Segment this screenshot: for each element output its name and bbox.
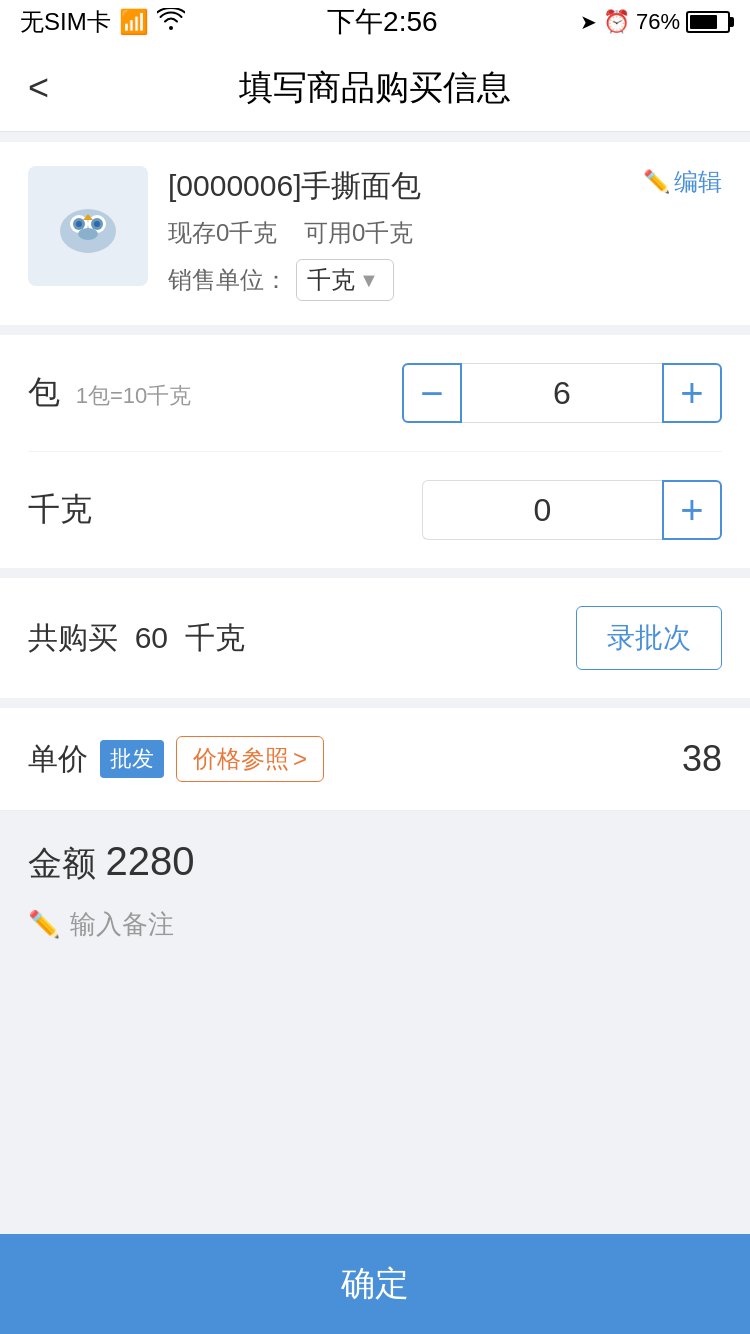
- product-unit: 销售单位： 千克 ▼: [168, 259, 722, 301]
- location-icon: ➤: [580, 10, 597, 34]
- kg-qty-controls: +: [422, 480, 722, 540]
- status-time: 下午2:56: [327, 3, 438, 41]
- price-label: 单价: [28, 739, 88, 780]
- page-title: 填写商品购买信息: [239, 65, 511, 111]
- bag-hint: 1包=10千克: [76, 383, 192, 408]
- unit-dropdown[interactable]: 千克 ▼: [296, 259, 394, 301]
- status-right: ➤ ⏰ 76%: [580, 9, 730, 35]
- bag-increase-button[interactable]: +: [662, 363, 722, 423]
- edit-button[interactable]: ✏️ 编辑: [643, 166, 722, 198]
- battery-icon: [686, 11, 730, 33]
- owl-icon: [53, 196, 123, 256]
- bag-qty-controls: − +: [402, 363, 722, 423]
- back-button[interactable]: <: [28, 67, 49, 109]
- bag-label: 包 1包=10千克: [28, 371, 191, 415]
- amount-section: 金额 2280 ✏️ 输入备注: [0, 811, 750, 1091]
- product-info: [0000006]手撕面包 现存0千克 可用0千克 销售单位： 千克 ▼: [168, 166, 722, 301]
- status-bar: 无SIM卡 📶 下午2:56 ➤ ⏰ 76%: [0, 0, 750, 44]
- note-label: 输入备注: [70, 907, 174, 942]
- total-section: 共购买 60 千克 录批次: [0, 578, 750, 708]
- bag-qty-row: 包 1包=10千克 − +: [28, 335, 722, 452]
- wifi-icon: [157, 8, 185, 36]
- total-text: 共购买 60 千克: [28, 618, 245, 659]
- alarm-icon: ⏰: [603, 9, 630, 35]
- bag-decrease-button[interactable]: −: [402, 363, 462, 423]
- product-thumbnail: [28, 166, 148, 286]
- price-value: 38: [682, 738, 722, 780]
- chevron-right-icon: >: [293, 745, 307, 773]
- product-stock: 现存0千克 可用0千克: [168, 217, 722, 249]
- pencil-icon: ✏️: [28, 909, 60, 940]
- price-ref-button[interactable]: 价格参照 >: [176, 736, 324, 782]
- kg-label: 千克: [28, 488, 92, 532]
- sim-icon: 📶: [119, 8, 149, 36]
- kg-increase-button[interactable]: +: [662, 480, 722, 540]
- kg-qty-input[interactable]: [422, 480, 662, 540]
- svg-point-7: [78, 228, 98, 240]
- product-card: [0000006]手撕面包 现存0千克 可用0千克 销售单位： 千克 ▼ ✏️ …: [0, 132, 750, 335]
- quantity-section: 包 1包=10千克 − + 千克 +: [0, 335, 750, 578]
- product-name: [0000006]手撕面包: [168, 166, 722, 207]
- status-left: 无SIM卡 📶: [20, 6, 185, 38]
- svg-point-5: [76, 221, 82, 227]
- kg-qty-row: 千克 +: [28, 452, 722, 568]
- price-tag: 批发: [100, 740, 164, 778]
- amount-row: 金额 2280: [28, 839, 722, 887]
- edit-icon: ✏️: [643, 169, 670, 195]
- confirm-button[interactable]: 确定: [0, 1234, 750, 1334]
- battery-percent: 76%: [636, 9, 680, 35]
- price-section: 单价 批发 价格参照 > 38: [0, 708, 750, 811]
- amount-note[interactable]: ✏️ 输入备注: [28, 907, 722, 942]
- bag-qty-input[interactable]: [462, 363, 662, 423]
- svg-point-6: [94, 221, 100, 227]
- carrier-label: 无SIM卡: [20, 6, 111, 38]
- nav-bar: < 填写商品购买信息: [0, 44, 750, 132]
- batch-button[interactable]: 录批次: [576, 606, 722, 670]
- chevron-down-icon: ▼: [359, 269, 379, 292]
